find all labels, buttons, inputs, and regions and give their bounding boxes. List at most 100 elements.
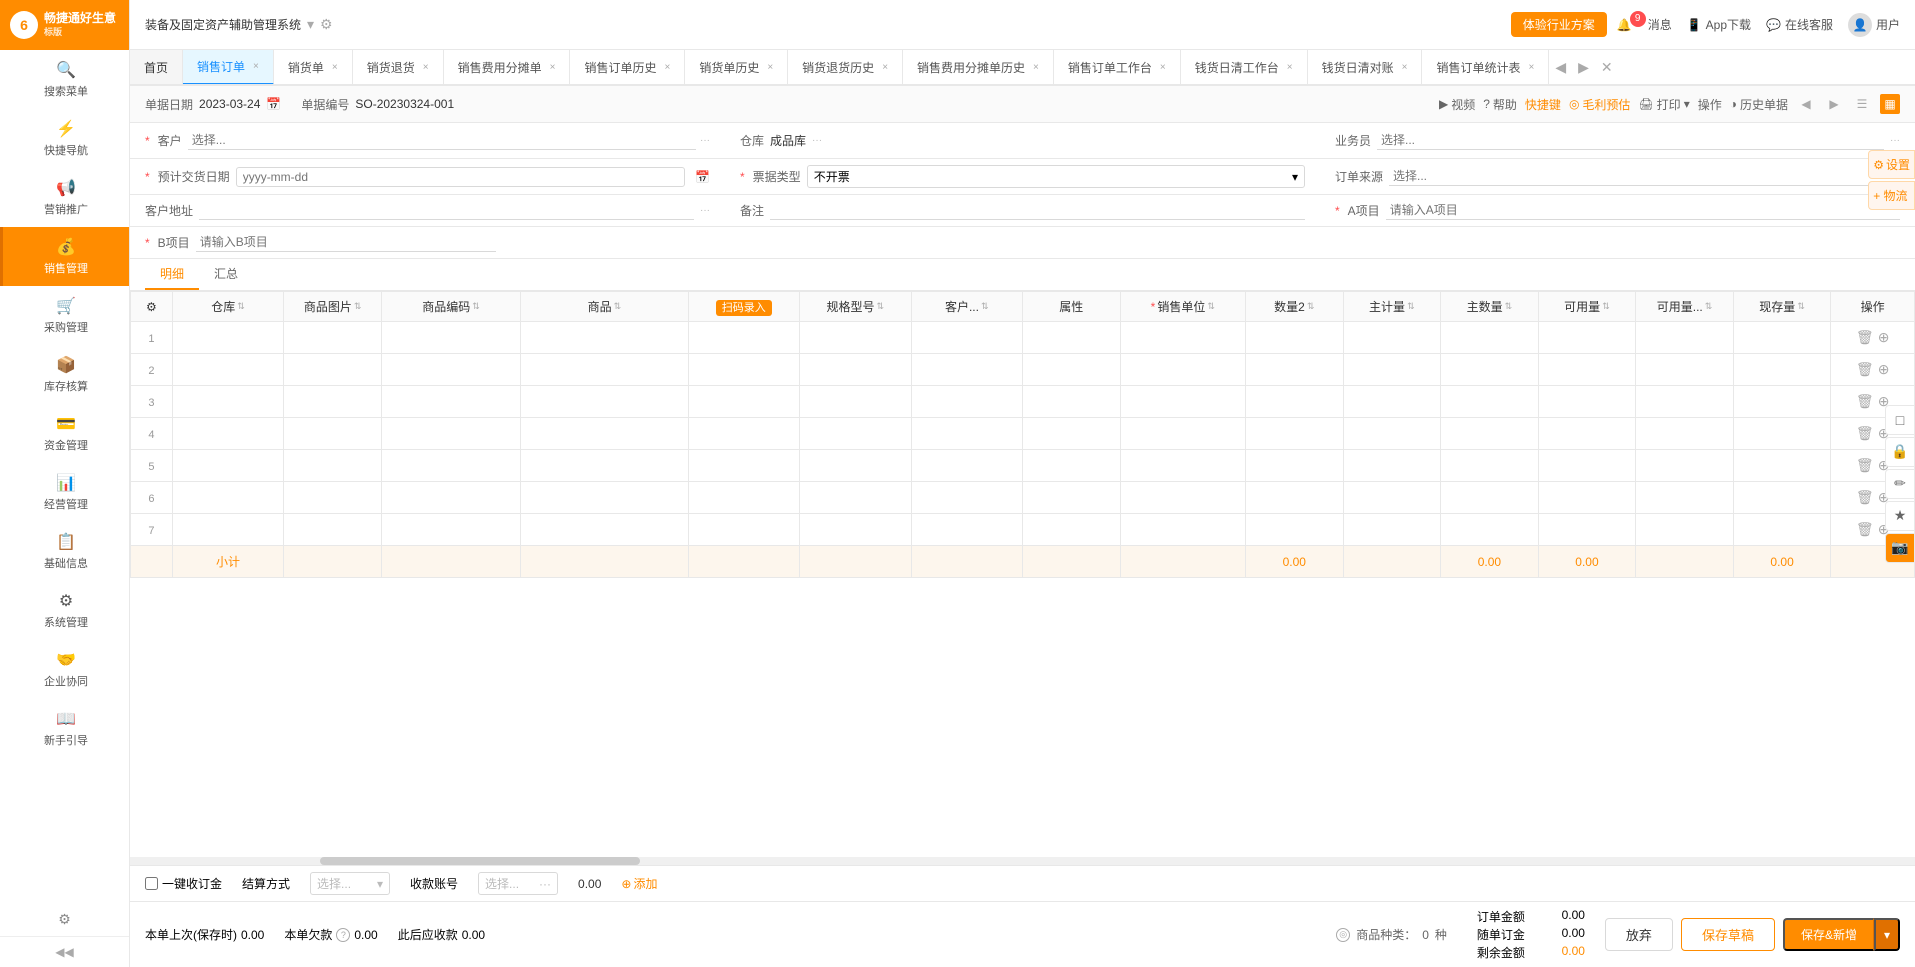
sidebar-item-9[interactable]: ⚙系统管理 [0, 581, 129, 640]
help-btn[interactable]: ? 帮助 [1483, 96, 1517, 113]
float-btn-5[interactable]: 📷 [1885, 533, 1915, 563]
remarks-input[interactable] [770, 201, 1305, 220]
tab-close-7[interactable]: × [882, 62, 888, 73]
sidebar-item-2[interactable]: 📢营销推广 [0, 168, 129, 227]
nav-next-btn[interactable]: ▶ [1824, 94, 1844, 114]
grid-view-btn[interactable]: ▦ [1880, 94, 1900, 114]
sidebar-item-7[interactable]: 📊经营管理 [0, 463, 129, 522]
tab-nav-next[interactable]: ▶ [1572, 59, 1595, 76]
settle-method-select[interactable]: 选择... ▾ [310, 872, 390, 895]
tab-4[interactable]: 销售费用分摊单× [444, 50, 571, 85]
salesperson-input[interactable] [1377, 131, 1884, 150]
tab-close-12[interactable]: × [1528, 62, 1534, 73]
tab-close-1[interactable]: × [253, 61, 259, 72]
th-settings-icon[interactable]: ⚙ [146, 300, 157, 314]
notification-bell[interactable]: 🔔 9 消息 [1617, 16, 1672, 33]
tab-6[interactable]: 销货单历史× [685, 50, 788, 85]
delete-icon-7[interactable]: 🗑 [1856, 521, 1874, 538]
delete-icon-5[interactable]: 🗑 [1856, 457, 1874, 474]
tab-close-9[interactable]: × [1160, 62, 1166, 73]
tab-close-6[interactable]: × [767, 62, 773, 73]
print-dropdown-icon[interactable]: ▾ [1684, 97, 1690, 111]
delete-icon-4[interactable]: 🗑 [1856, 425, 1874, 442]
auto-settle-input[interactable] [145, 877, 158, 890]
save-new-main-btn[interactable]: 保存&新增 [1783, 918, 1874, 951]
settings-side-btn[interactable]: ⚙ 设置 [1868, 150, 1915, 179]
auto-settle-checkbox[interactable]: 一键收订金 [145, 875, 222, 892]
th-settings[interactable]: ⚙ [131, 292, 173, 322]
sort-icon-main_qty[interactable]: ⇅ [1505, 301, 1513, 312]
sort-icon-available[interactable]: ⇅ [1602, 301, 1610, 312]
customer-input[interactable] [188, 131, 696, 150]
sort-icon-main_unit[interactable]: ⇅ [1407, 301, 1415, 312]
addr-more-icon[interactable]: ··· [700, 205, 710, 216]
invoice-type-select[interactable]: 不开票 ▾ [807, 165, 1305, 188]
tab-12[interactable]: 销售订单统计表× [1422, 50, 1549, 85]
sidebar-item-5[interactable]: 📦库存核算 [0, 345, 129, 404]
float-btn-2[interactable]: 🔒 [1885, 437, 1915, 467]
salesperson-more-icon[interactable]: ··· [1890, 135, 1900, 146]
sort-icon-code[interactable]: ⇅ [472, 301, 480, 312]
list-view-btn[interactable]: ☰ [1852, 94, 1872, 114]
table-wrapper[interactable]: ⚙仓库⇅商品图片⇅商品编码⇅商品⇅扫码录入规格型号⇅客户...⇅属性* 销售单位… [130, 291, 1915, 857]
profit-btn[interactable]: ◎ 毛利预估 [1569, 96, 1631, 113]
industry-btn[interactable]: 体验行业方案 [1511, 12, 1607, 37]
horizontal-scrollbar[interactable] [130, 857, 1915, 865]
print-btn[interactable]: 🖨 打印 ▾ [1638, 96, 1689, 113]
sidebar-settings[interactable]: ⚙ [0, 903, 129, 936]
shortcut-btn[interactable]: 快捷键 [1525, 96, 1561, 113]
receipt-account-select[interactable]: 选择... ··· [478, 872, 558, 895]
sort-icon-stock[interactable]: ⇅ [1797, 301, 1805, 312]
sort-icon-qty2[interactable]: ⇅ [1307, 301, 1315, 312]
customer-more-icon[interactable]: ··· [700, 135, 710, 146]
settings-icon-topbar[interactable]: ⚙ [320, 16, 333, 33]
delivery-date-input[interactable] [236, 167, 685, 187]
warehouse-more-icon[interactable]: ··· [812, 135, 822, 146]
order-source-input[interactable] [1389, 167, 1884, 186]
save-new-split-btn[interactable]: ▾ [1874, 918, 1900, 951]
add-btn[interactable]: ⊕ 添加 [621, 875, 657, 892]
sort-icon-available2[interactable]: ⇅ [1705, 301, 1713, 312]
sidebar-item-3[interactable]: 💰销售管理 [0, 227, 129, 286]
sort-icon-customer_code[interactable]: ⇅ [981, 301, 989, 312]
th-scan[interactable]: 扫码录入 [688, 292, 800, 322]
sidebar-item-8[interactable]: 📋基础信息 [0, 522, 129, 581]
float-btn-1[interactable]: □ [1885, 405, 1915, 435]
detail-tab-0[interactable]: 明细 [145, 259, 199, 290]
sort-icon-warehouse[interactable]: ⇅ [237, 301, 245, 312]
delete-icon-2[interactable]: 🗑 [1856, 361, 1874, 378]
dropdown-icon[interactable]: ▾ [307, 16, 314, 33]
tab-close-4[interactable]: × [550, 62, 556, 73]
scan-btn[interactable]: 扫码录入 [716, 300, 772, 316]
sort-icon-unit[interactable]: ⇅ [1207, 301, 1215, 312]
tab-11[interactable]: 钱货日清对账× [1308, 50, 1423, 85]
sidebar-item-4[interactable]: 🛒采购管理 [0, 286, 129, 345]
app-download-btn[interactable]: 📱 App下载 [1687, 16, 1751, 33]
cell-1-action[interactable]: 🗑⊕ [1831, 322, 1915, 354]
save-draft-btn[interactable]: 保存草稿 [1681, 918, 1775, 951]
copy-icon-1[interactable]: ⊕ [1878, 329, 1890, 346]
tab-nav-prev[interactable]: ◀ [1549, 59, 1572, 76]
cell-2-action[interactable]: 🗑⊕ [1831, 354, 1915, 386]
a-project-input[interactable] [1386, 201, 1900, 220]
copy-icon-2[interactable]: ⊕ [1878, 361, 1890, 378]
tab-close-3[interactable]: × [423, 62, 429, 73]
product-type-icon[interactable]: ◎ [1336, 928, 1350, 942]
tab-7[interactable]: 销货退货历史× [788, 50, 903, 85]
view-btn[interactable]: ▶ 视频 [1439, 96, 1475, 113]
sort-icon-image[interactable]: ⇅ [354, 301, 362, 312]
tab-9[interactable]: 销售订单工作台× [1054, 50, 1181, 85]
detail-tab-1[interactable]: 汇总 [199, 259, 253, 290]
delivery-calendar-icon[interactable]: 📅 [695, 170, 710, 184]
tab-close-2[interactable]: × [332, 62, 338, 73]
sort-icon-spec[interactable]: ⇅ [876, 301, 884, 312]
tab-close-10[interactable]: × [1287, 62, 1293, 73]
delete-icon-6[interactable]: 🗑 [1856, 489, 1874, 506]
tab-3[interactable]: 销货退货× [353, 50, 444, 85]
sidebar-item-10[interactable]: 🤝企业协同 [0, 640, 129, 699]
calendar-icon[interactable]: 📅 [266, 97, 281, 111]
delete-icon-3[interactable]: 🗑 [1856, 393, 1874, 410]
sidebar-collapse-btn[interactable]: ◀◀ [0, 936, 129, 967]
operate-btn[interactable]: 操作 [1698, 96, 1722, 113]
sidebar-item-11[interactable]: 📖新手引导 [0, 699, 129, 758]
